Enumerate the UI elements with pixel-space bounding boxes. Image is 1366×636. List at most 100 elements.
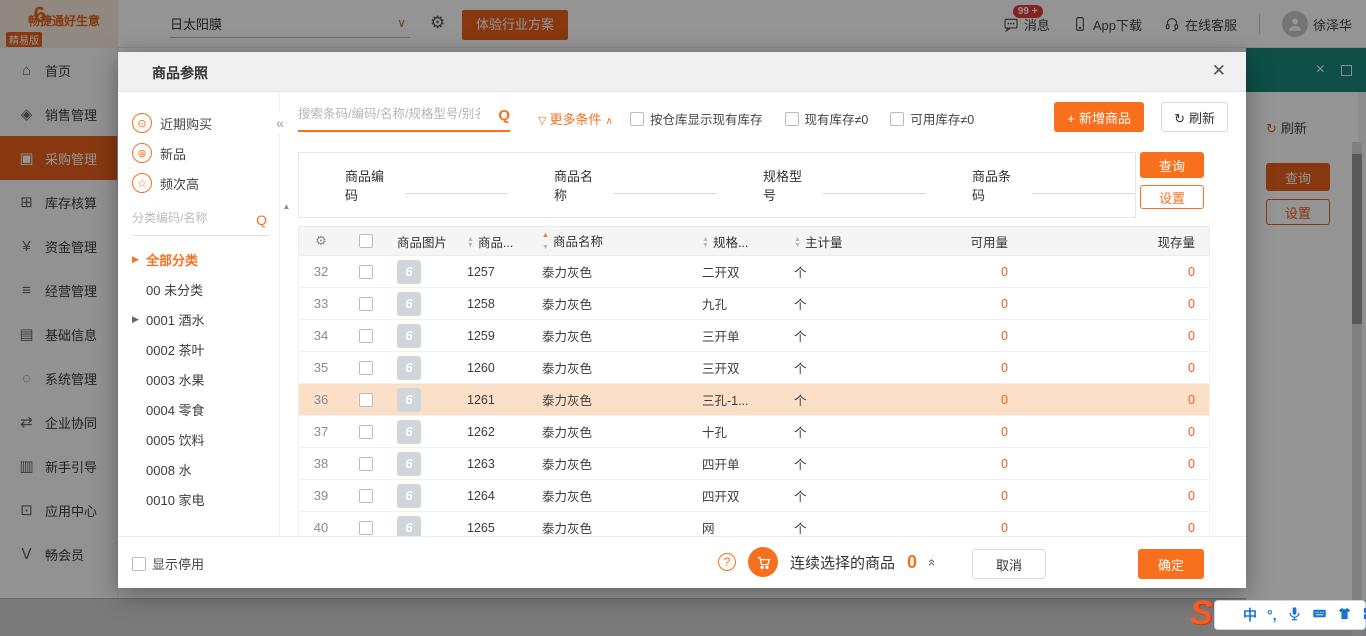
category-item[interactable]: ▶ 0001 酒水 <box>132 304 279 334</box>
row-stock: 0 <box>1188 360 1195 375</box>
row-checkbox[interactable] <box>343 456 389 471</box>
row-image-cell: 6 <box>389 451 467 476</box>
column-header-available[interactable]: 可用量 <box>878 232 1008 251</box>
more-filters-toggle[interactable]: ▽ 更多条件 ∧ <box>538 109 613 128</box>
row-unit: 个 <box>794 490 807 504</box>
stock-filter-checkbox[interactable]: 现有库存≠0 <box>784 109 869 128</box>
search-icon[interactable]: Q <box>498 107 510 124</box>
table-scroll-up-icon[interactable]: ▲ <box>280 202 293 211</box>
sogou-logo-icon[interactable]: S <box>1190 594 1213 633</box>
column-header-code[interactable]: ▲ ▼ 商品... <box>467 232 542 251</box>
category-item[interactable]: 0002 茶叶 <box>132 334 279 364</box>
category-item[interactable]: 0010 家电 <box>132 484 279 514</box>
table-row[interactable]: 32 6 1257 泰力灰色 二开双 个 0 0 <box>299 256 1209 288</box>
column-header-name[interactable]: ▲ ▼ 商品名称 <box>542 231 702 251</box>
plus-icon: + <box>1067 110 1075 126</box>
category-item[interactable]: 0003 水果 <box>132 364 279 394</box>
table-row[interactable]: 40 6 1265 泰力灰色 网 个 0 0 <box>299 512 1209 536</box>
ime-punctuation-icon[interactable]: °, <box>1267 607 1277 623</box>
row-checkbox[interactable] <box>343 520 389 535</box>
table-body: 32 6 1257 泰力灰色 二开双 个 0 0 33 6 1258 泰力灰色 … <box>298 256 1210 536</box>
row-spec: 二开双 <box>702 266 740 280</box>
stock-filter-checkbox[interactable]: 按仓库显示现有库存 <box>630 109 763 128</box>
table-row[interactable]: 35 6 1260 泰力灰色 三开双 个 0 0 <box>299 352 1209 384</box>
column-header-image[interactable]: 商品图片 <box>389 232 467 251</box>
quick-filter-item[interactable]: ⊛ 新品 <box>132 138 279 168</box>
show-disabled-checkbox[interactable]: 显示停用 <box>132 554 204 573</box>
row-spec: 四开双 <box>702 490 740 504</box>
close-icon[interactable]: ✕ <box>1212 61 1226 81</box>
sort-icon: ▲ ▼ <box>467 236 474 250</box>
column-header-unit[interactable]: ▲ ▼ 主计量 <box>794 232 878 251</box>
row-checkbox[interactable] <box>343 328 389 343</box>
category-item[interactable]: 0004 零食 <box>132 394 279 424</box>
column-header-spec[interactable]: ▲ ▼ 规格... <box>702 232 794 251</box>
category-item[interactable]: 00 未分类 <box>132 274 279 304</box>
filter-field-input[interactable] <box>1031 176 1135 194</box>
row-checkbox[interactable] <box>343 296 389 311</box>
ime-mode-chinese[interactable]: 中 <box>1243 605 1257 625</box>
add-product-button[interactable]: + 新增商品 <box>1054 102 1144 132</box>
search-icon[interactable]: Q <box>256 212 267 228</box>
category-item[interactable]: ▶ 全部分类 <box>132 244 279 274</box>
filter-field-input[interactable] <box>404 176 508 194</box>
row-checkbox[interactable] <box>343 360 389 375</box>
table-row[interactable]: 38 6 1263 泰力灰色 四开单 个 0 0 <box>299 448 1209 480</box>
row-unit: 个 <box>794 298 807 312</box>
table-row[interactable]: 34 6 1259 泰力灰色 三开单 个 0 0 <box>299 320 1209 352</box>
row-spec: 四开单 <box>702 458 740 472</box>
table-row[interactable]: 37 6 1262 泰力灰色 十孔 个 0 0 <box>299 416 1209 448</box>
query-button[interactable]: 查询 <box>1140 152 1204 178</box>
row-stock: 0 <box>1188 392 1195 407</box>
row-unit: 个 <box>794 362 807 376</box>
cancel-button[interactable]: 取消 <box>972 549 1046 579</box>
row-checkbox[interactable] <box>343 264 389 279</box>
row-index: 36 <box>313 392 329 407</box>
quick-filter-item[interactable]: ☆ 频次高 <box>132 168 279 198</box>
filter-field-input[interactable] <box>613 176 717 194</box>
cart-icon[interactable] <box>748 547 778 577</box>
checkbox-label: 现有库存≠0 <box>804 113 869 127</box>
stock-filter-checkbox[interactable]: 可用库存≠0 <box>890 109 974 128</box>
select-all-checkbox[interactable] <box>343 234 389 248</box>
table-row[interactable]: 33 6 1258 泰力灰色 九孔 个 0 0 <box>299 288 1209 320</box>
row-index: 32 <box>313 264 329 279</box>
help-icon[interactable]: ? <box>718 553 736 571</box>
checkbox-icon <box>359 296 373 311</box>
row-code: 1265 <box>467 520 495 535</box>
row-image-cell: 6 <box>389 291 467 316</box>
row-name: 泰力灰色 <box>542 362 593 376</box>
skin-shirt-icon[interactable] <box>1337 606 1352 624</box>
row-index: 34 <box>313 328 329 343</box>
product-table: ⚙ 商品图片 ▲ ▼ 商品... ▲ ▼ 商品名称 ▲ ▼ 规格... ▲ ▼ 主计量 可用量 … <box>298 226 1210 536</box>
row-code: 1261 <box>467 392 495 407</box>
column-settings-gear-icon[interactable]: ⚙ <box>299 233 343 249</box>
category-search-input[interactable] <box>132 211 242 225</box>
row-checkbox[interactable] <box>343 392 389 407</box>
confirm-button[interactable]: 确定 <box>1138 549 1204 579</box>
modal-title: 商品参照 <box>152 65 208 81</box>
row-checkbox[interactable] <box>343 424 389 439</box>
toolbox-grid-icon[interactable] <box>1362 606 1366 624</box>
row-image-cell: 6 <box>389 259 467 284</box>
recent-purchase-icon: ⊙ <box>132 113 152 133</box>
table-row[interactable]: 36 6 1261 泰力灰色 三孔-1... 个 0 0 <box>299 384 1209 416</box>
keyboard-icon[interactable] <box>1312 606 1327 624</box>
row-name: 泰力灰色 <box>542 458 593 472</box>
quick-filter-item[interactable]: ⊙ 近期购买 <box>132 108 279 138</box>
row-image-cell: 6 <box>389 323 467 348</box>
checkbox-icon <box>359 488 373 503</box>
product-search-input[interactable] <box>298 107 480 121</box>
column-header-stock[interactable]: 现存量 <box>1008 232 1209 251</box>
microphone-icon[interactable] <box>1287 606 1302 624</box>
collapse-panel-icon[interactable]: « <box>271 112 289 134</box>
settings-button[interactable]: 设置 <box>1140 185 1204 209</box>
refresh-button[interactable]: ↻ 刷新 <box>1161 102 1228 132</box>
category-item[interactable]: 0005 饮料 <box>132 424 279 454</box>
row-spec: 三开单 <box>702 330 740 344</box>
expand-selection-icon[interactable]: « <box>925 558 940 565</box>
table-row[interactable]: 39 6 1264 泰力灰色 四开双 个 0 0 <box>299 480 1209 512</box>
filter-field-input[interactable] <box>822 176 926 194</box>
category-item[interactable]: 0008 水 <box>132 454 279 484</box>
row-checkbox[interactable] <box>343 488 389 503</box>
